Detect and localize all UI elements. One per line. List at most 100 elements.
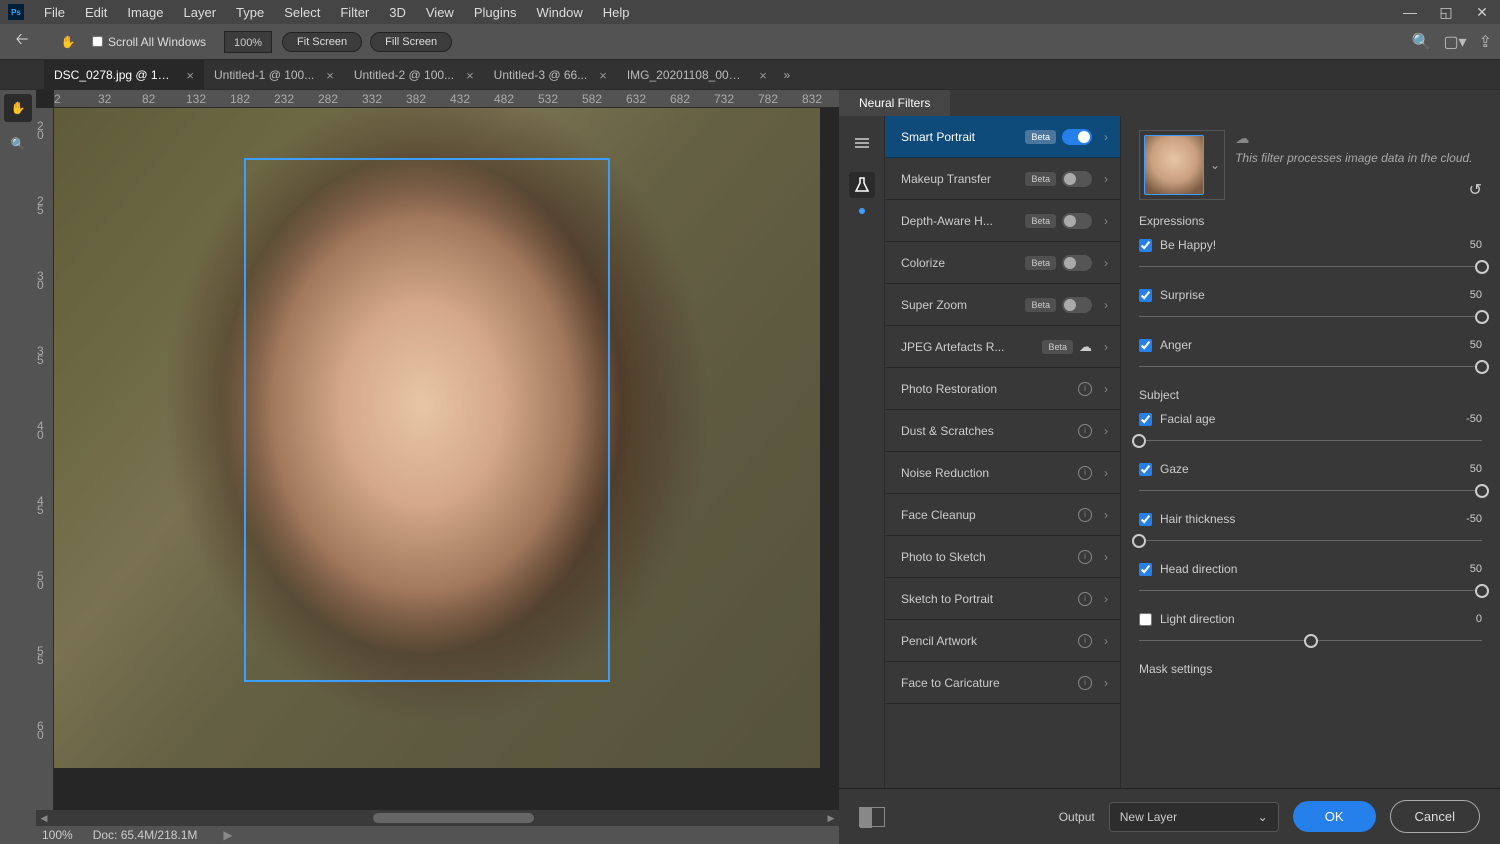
filter-photo-restoration[interactable]: Photo Restorationi› [885, 368, 1120, 410]
cancel-button[interactable]: Cancel [1390, 800, 1480, 833]
info-icon[interactable]: i [1078, 508, 1092, 522]
param-slider[interactable] [1139, 584, 1482, 598]
tabs-overflow[interactable]: » [777, 60, 797, 89]
doc-status: Doc: 65.4M/218.1M [93, 828, 198, 842]
info-icon[interactable]: i [1078, 676, 1092, 690]
document-tab[interactable]: Untitled-1 @ 100...× [204, 60, 344, 90]
filter-makeup-transfer[interactable]: Makeup TransferBeta› [885, 158, 1120, 200]
param-checkbox[interactable] [1139, 513, 1152, 526]
zoom-status[interactable]: 100% [42, 828, 73, 842]
menu-3d[interactable]: 3D [379, 1, 416, 24]
hand-tool[interactable]: ✋ [4, 94, 32, 122]
filter-toggle[interactable] [1062, 171, 1092, 187]
info-icon[interactable]: i [1078, 592, 1092, 606]
menu-filter[interactable]: Filter [330, 1, 379, 24]
param-slider[interactable] [1139, 634, 1482, 648]
menu-image[interactable]: Image [117, 1, 173, 24]
menu-type[interactable]: Type [226, 1, 274, 24]
zoom-field[interactable]: 100% [224, 31, 272, 53]
face-selector[interactable]: ⌄ [1139, 130, 1225, 200]
back-button[interactable]: 🡠 [8, 28, 36, 56]
filter-toggle[interactable] [1062, 129, 1092, 145]
menu-view[interactable]: View [416, 1, 464, 24]
filter-face-to-caricature[interactable]: Face to Caricaturei› [885, 662, 1120, 704]
fill-screen-button[interactable]: Fill Screen [370, 32, 452, 52]
filter-photo-to-sketch[interactable]: Photo to Sketchi› [885, 536, 1120, 578]
tab-label: DSC_0278.jpg @ 100% (Layer 0, RGB/8*) * [54, 68, 174, 82]
menu-window[interactable]: Window [526, 1, 592, 24]
cloud-download-icon[interactable]: ☁ [1079, 339, 1092, 355]
filter-toggle[interactable] [1062, 297, 1092, 313]
canvas[interactable] [54, 108, 839, 810]
info-icon[interactable]: i [1078, 634, 1092, 648]
param-slider[interactable] [1139, 260, 1482, 274]
filter-face-cleanup[interactable]: Face Cleanupi› [885, 494, 1120, 536]
neural-filters-tab[interactable]: Neural Filters [839, 90, 950, 116]
param-checkbox[interactable] [1139, 239, 1152, 252]
filter-jpeg-artefacts-r-[interactable]: JPEG Artefacts R...Beta☁› [885, 326, 1120, 368]
menu-file[interactable]: File [34, 1, 75, 24]
param-checkbox[interactable] [1139, 289, 1152, 302]
param-slider[interactable] [1139, 360, 1482, 374]
menu-layer[interactable]: Layer [174, 1, 227, 24]
face-selection-box[interactable] [244, 158, 610, 682]
restore-button[interactable]: ◱ [1428, 0, 1464, 24]
close-icon[interactable]: × [759, 68, 767, 83]
filter-colorize[interactable]: ColorizeBeta› [885, 242, 1120, 284]
close-button[interactable]: ✕ [1464, 0, 1500, 24]
param-label: Gaze [1160, 462, 1462, 476]
chevron-right-icon: › [1104, 424, 1108, 438]
filter-sketch-to-portrait[interactable]: Sketch to Portraiti› [885, 578, 1120, 620]
beta-category[interactable] [849, 172, 875, 198]
featured-category[interactable] [849, 130, 875, 156]
filter-pencil-artwork[interactable]: Pencil Artworki› [885, 620, 1120, 662]
filter-toggle[interactable] [1062, 255, 1092, 271]
ok-button[interactable]: OK [1293, 801, 1376, 832]
menu-help[interactable]: Help [593, 1, 640, 24]
param-slider[interactable] [1139, 310, 1482, 324]
horizontal-scrollbar[interactable]: ◀ ▶ [36, 810, 839, 826]
chevron-right-icon: › [1104, 634, 1108, 648]
filter-noise-reduction[interactable]: Noise Reductioni› [885, 452, 1120, 494]
minimize-button[interactable]: — [1392, 0, 1428, 24]
mask-preview-icon[interactable] [859, 807, 885, 827]
document-tab[interactable]: DSC_0278.jpg @ 100% (Layer 0, RGB/8*) * × [44, 60, 204, 90]
document-tab[interactable]: Untitled-2 @ 100...× [344, 60, 484, 90]
param-checkbox[interactable] [1139, 413, 1152, 426]
param-slider[interactable] [1139, 484, 1482, 498]
filter-depth-aware-h-[interactable]: Depth-Aware H...Beta› [885, 200, 1120, 242]
info-icon[interactable]: i [1078, 550, 1092, 564]
filter-toggle[interactable] [1062, 213, 1092, 229]
menu-edit[interactable]: Edit [75, 1, 117, 24]
menu-select[interactable]: Select [274, 1, 330, 24]
param-checkbox[interactable] [1139, 463, 1152, 476]
filter-smart-portrait[interactable]: Smart PortraitBeta› [885, 116, 1120, 158]
param-checkbox[interactable] [1139, 563, 1152, 576]
workspace-icon[interactable]: ▢▾ [1443, 32, 1466, 52]
output-select[interactable]: New Layer⌄ [1109, 802, 1279, 832]
param-slider[interactable] [1139, 434, 1482, 448]
menu-plugins[interactable]: Plugins [464, 1, 527, 24]
search-icon[interactable]: 🔍 [1412, 32, 1432, 52]
beta-badge: Beta [1025, 298, 1056, 312]
fit-screen-button[interactable]: Fit Screen [282, 32, 362, 52]
filter-super-zoom[interactable]: Super ZoomBeta› [885, 284, 1120, 326]
info-icon[interactable]: i [1078, 466, 1092, 480]
param-slider[interactable] [1139, 534, 1482, 548]
close-icon[interactable]: × [599, 68, 607, 83]
zoom-tool[interactable]: 🔍 [4, 130, 32, 158]
share-icon[interactable]: ⇪ [1479, 32, 1492, 52]
param-label: Be Happy! [1160, 238, 1462, 252]
filter-dust-scratches[interactable]: Dust & Scratchesi› [885, 410, 1120, 452]
close-icon[interactable]: × [186, 68, 194, 83]
info-icon[interactable]: i [1078, 424, 1092, 438]
document-tab[interactable]: IMG_20201108_0002_aft...× [617, 60, 777, 90]
reset-icon[interactable]: ↺ [1469, 180, 1482, 200]
info-icon[interactable]: i [1078, 382, 1092, 396]
param-checkbox[interactable] [1139, 613, 1152, 626]
close-icon[interactable]: × [326, 68, 334, 83]
document-tab[interactable]: Untitled-3 @ 66...× [484, 60, 617, 90]
close-icon[interactable]: × [466, 68, 474, 83]
param-checkbox[interactable] [1139, 339, 1152, 352]
scroll-all-checkbox[interactable]: Scroll All Windows [92, 35, 206, 49]
